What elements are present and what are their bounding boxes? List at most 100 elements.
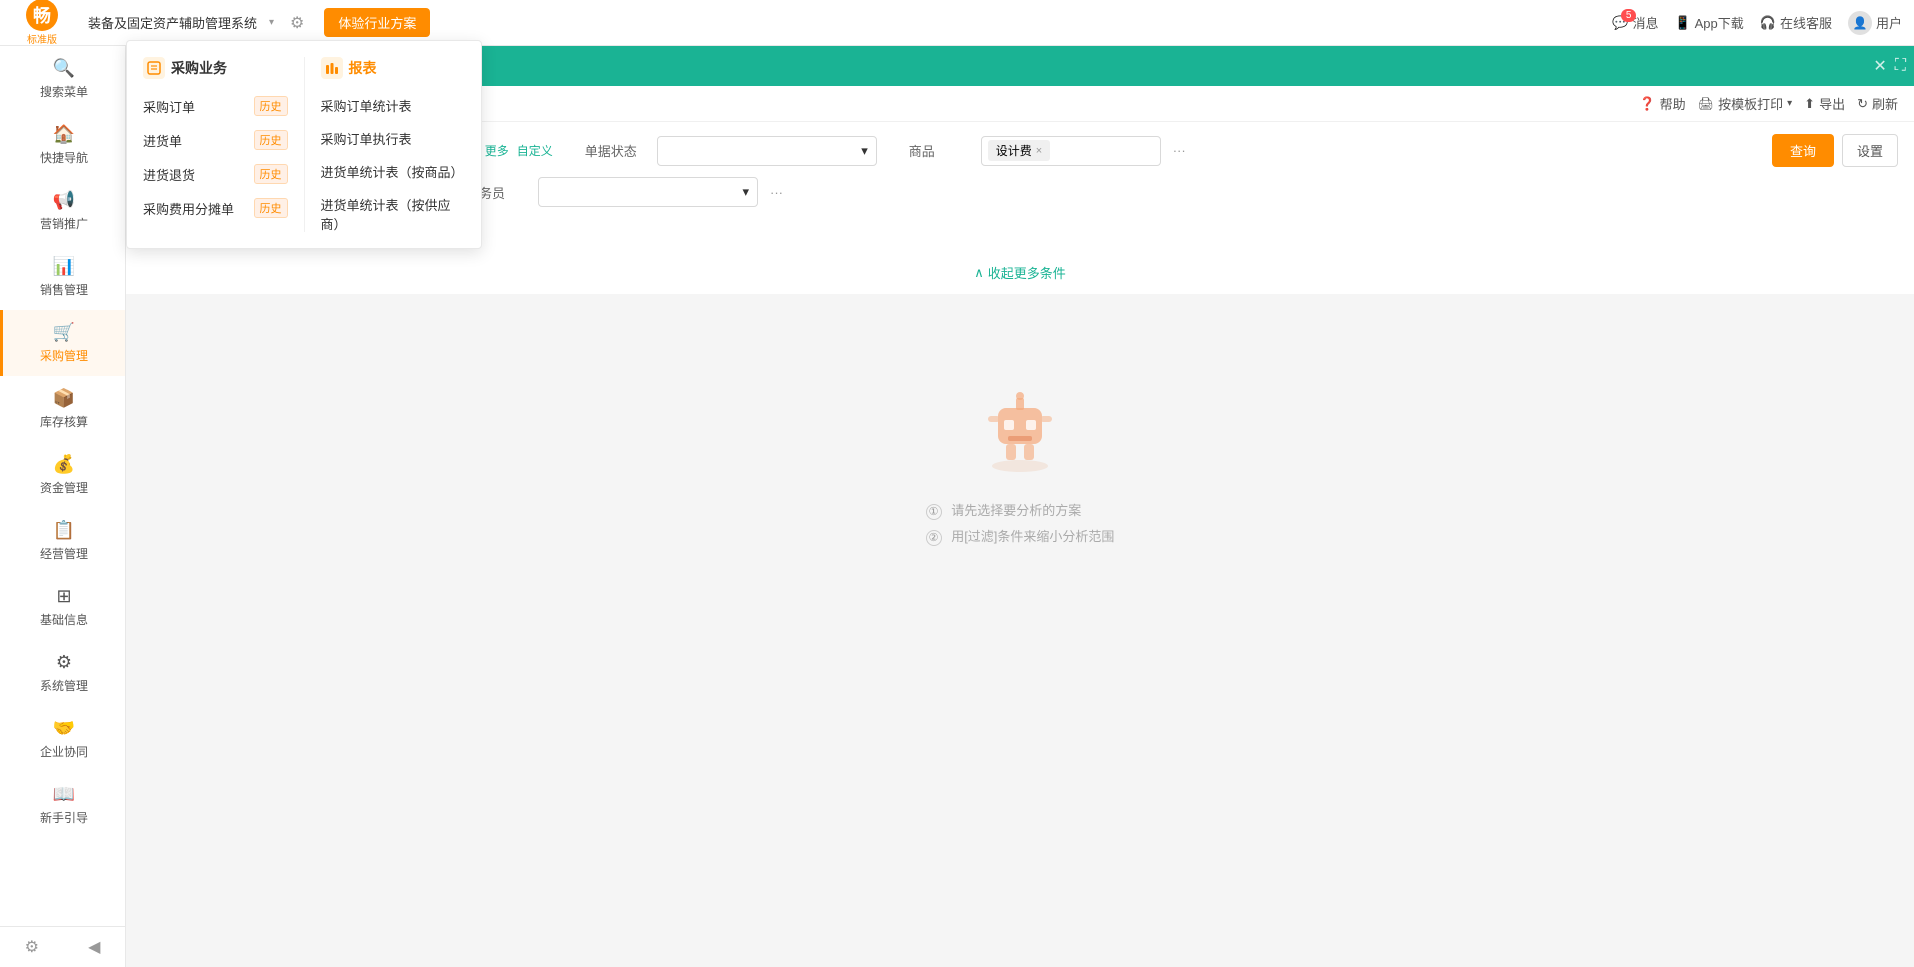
status-select-arrow: ▾ [861, 143, 868, 159]
system-icon: ⚙ [56, 652, 72, 673]
sidebar-label-quick-nav: 快捷导航 [40, 149, 88, 166]
date-option-custom[interactable]: 自定义 [517, 142, 553, 159]
messages-badge-wrapper: 💬 5 [1612, 15, 1628, 31]
report4-label: 进货单统计表（按供应商） [321, 195, 466, 233]
sidebar-item-marketing[interactable]: 📢 营销推广 [0, 178, 125, 244]
online-service-label: 在线客服 [1780, 13, 1832, 32]
purchase-return-label: 进货退货 [143, 165, 246, 184]
salesperson-select[interactable]: ▾ [538, 177, 758, 207]
sidebar-item-purchase[interactable]: 🛒 采购管理 [0, 310, 125, 376]
sidebar-item-guide[interactable]: 📖 新手引导 [0, 772, 125, 838]
export-label: 导出 [1819, 94, 1845, 113]
user-btn[interactable]: 👤 用户 [1848, 11, 1902, 35]
sidebar-item-system[interactable]: ⚙ 系统管理 [0, 640, 125, 706]
settings-button[interactable]: 设置 [1842, 134, 1898, 167]
goods-more-btn[interactable]: ··· [1173, 143, 1186, 158]
main-actions: 查询 设置 [1764, 134, 1898, 167]
print-label: 按模板打印 [1718, 94, 1783, 113]
print-btn[interactable]: 🖨 按模板打印 ▾ [1698, 94, 1793, 113]
refresh-label: 刷新 [1872, 94, 1898, 113]
goods-tag-label: 设计费 [996, 142, 1032, 159]
sidebar-item-inventory[interactable]: 📦 库存核算 [0, 376, 125, 442]
finance-icon: 💰 [53, 454, 75, 475]
goods-tag: 设计费 × [988, 140, 1050, 161]
dropdown-item-purchase-return[interactable]: 进货退货 历史 [135, 157, 296, 191]
goods-label: 商品 [909, 141, 969, 160]
refresh-icon: ↻ [1857, 96, 1868, 112]
dropdown-item-report2[interactable]: 采购订单执行表 [313, 122, 474, 155]
collapse-button[interactable]: ∧ 收起更多条件 [974, 263, 1066, 282]
tab-bar-actions: ✕ ⛶ [1873, 56, 1906, 76]
goods-field[interactable]: 设计费 × [981, 136, 1161, 166]
sidebar-settings-icon[interactable]: ⚙ [25, 937, 39, 957]
report-column-title-label: 报表 [349, 58, 377, 78]
help-label: 帮助 [1660, 94, 1686, 113]
report-column-icon [321, 57, 343, 79]
tab-maximize-icon[interactable]: ⛶ [1895, 57, 1906, 75]
toolbar-actions: ❓ 帮助 🖨 按模板打印 ▾ ⬆ 导出 ↻ 刷新 [1639, 94, 1898, 113]
print-dropdown-icon[interactable]: ▾ [1787, 98, 1792, 109]
purchase-order-label: 采购订单 [143, 97, 246, 116]
online-service-btn[interactable]: 🎧 在线客服 [1760, 13, 1832, 32]
logo-icon: 畅 [26, 0, 58, 31]
collapse-row: ∧ 收起更多条件 [142, 257, 1898, 282]
sidebar-item-basic[interactable]: ⊞ 基础信息 [0, 574, 125, 640]
operations-icon: 📋 [53, 520, 75, 541]
purchase-icon: 🛒 [53, 322, 75, 343]
status-select[interactable]: ▾ [657, 136, 877, 166]
layout: 🔍 搜索菜单 🏠 快捷导航 📢 营销推广 📊 销售管理 🛒 采购管理 📦 库存核… [0, 46, 1914, 967]
headset-icon: 🎧 [1760, 15, 1776, 31]
goods-tag-close[interactable]: × [1036, 145, 1042, 157]
app-download-label: App下载 [1695, 13, 1744, 32]
sidebar-item-enterprise[interactable]: 🤝 企业协同 [0, 706, 125, 772]
sidebar-item-finance[interactable]: 💰 资金管理 [0, 442, 125, 508]
sidebar-label-purchase: 采购管理 [40, 347, 88, 364]
hint-num-1: ① [926, 504, 942, 520]
purchase-dropdown-menu: 采购业务 采购订单 历史 进货单 历史 进货退货 历史 采购费用分摊单 历史 [126, 46, 482, 249]
sidebar-item-operations[interactable]: 📋 经营管理 [0, 508, 125, 574]
top-bar-right: 💬 5 消息 📱 App下载 🎧 在线客服 👤 用户 [1612, 11, 1902, 35]
dropdown-item-purchase-cost[interactable]: 采购费用分摊单 历史 [135, 191, 296, 225]
system-title: 装备及固定资产辅助管理系统 [88, 13, 257, 32]
purchase-column-title-label: 采购业务 [171, 58, 227, 78]
dropdown-item-report4[interactable]: 进货单统计表（按供应商） [313, 188, 474, 240]
topbar-settings-icon[interactable]: ⚙ [290, 13, 304, 33]
sidebar-collapse-icon[interactable]: ◀ [88, 937, 100, 957]
empty-hint-text1: 请先选择要分析的方案 [951, 503, 1081, 518]
industry-btn[interactable]: 体验行业方案 [324, 8, 430, 37]
sidebar-label-guide: 新手引导 [40, 809, 88, 826]
sidebar: 🔍 搜索菜单 🏠 快捷导航 📢 营销推广 📊 销售管理 🛒 采购管理 📦 库存核… [0, 46, 126, 967]
refresh-btn[interactable]: ↻ 刷新 [1857, 94, 1898, 113]
purchase-column-title: 采购业务 [135, 49, 296, 89]
tab-close-all-icon[interactable]: ✕ [1873, 56, 1886, 76]
dropdown-item-report1[interactable]: 采购订单统计表 [313, 89, 474, 122]
report1-label: 采购订单统计表 [321, 96, 466, 115]
app-download-btn[interactable]: 📱 App下载 [1674, 13, 1743, 32]
report3-label: 进货单统计表（按商品） [321, 162, 466, 181]
messages-btn[interactable]: 💬 5 消息 [1612, 13, 1658, 32]
report-column: 报表 采购订单统计表 采购订单执行表 进货单统计表（按商品） 进货单统计表（按供… [305, 49, 482, 240]
status-label: 单据状态 [585, 141, 645, 160]
dropdown-item-purchase-order[interactable]: 采购订单 历史 [135, 89, 296, 123]
system-title-dropdown-icon[interactable]: ▾ [269, 17, 274, 28]
purchase-in-hist: 历史 [254, 130, 288, 150]
dropdown-item-purchase-in[interactable]: 进货单 历史 [135, 123, 296, 157]
sidebar-label-finance: 资金管理 [40, 479, 88, 496]
sidebar-item-sales[interactable]: 📊 销售管理 [0, 244, 125, 310]
help-btn[interactable]: ❓ 帮助 [1639, 94, 1685, 113]
main-content: 首页 销售排行榜 ✕ ✕ ⛶ [126, 46, 1914, 967]
empty-hint-line2: ② 用[过滤]条件来缩小分析范围 [926, 524, 1115, 550]
salesperson-select-arrow: ▾ [742, 184, 749, 200]
export-icon: ⬆ [1804, 96, 1815, 112]
sidebar-bottom: ⚙ ◀ [0, 926, 125, 967]
date-option-more[interactable]: 更多 [485, 142, 509, 159]
purchase-cost-label: 采购费用分摊单 [143, 199, 246, 218]
basic-icon: ⊞ [56, 586, 71, 607]
sidebar-item-quick-nav[interactable]: 🏠 快捷导航 [0, 112, 125, 178]
messages-count: 5 [1621, 9, 1637, 22]
export-btn[interactable]: ⬆ 导出 [1804, 94, 1845, 113]
dropdown-item-report3[interactable]: 进货单统计表（按商品） [313, 155, 474, 188]
query-button[interactable]: 查询 [1772, 134, 1834, 167]
salesperson-more-btn[interactable]: ··· [770, 185, 783, 200]
sidebar-item-search[interactable]: 🔍 搜索菜单 [0, 46, 125, 112]
